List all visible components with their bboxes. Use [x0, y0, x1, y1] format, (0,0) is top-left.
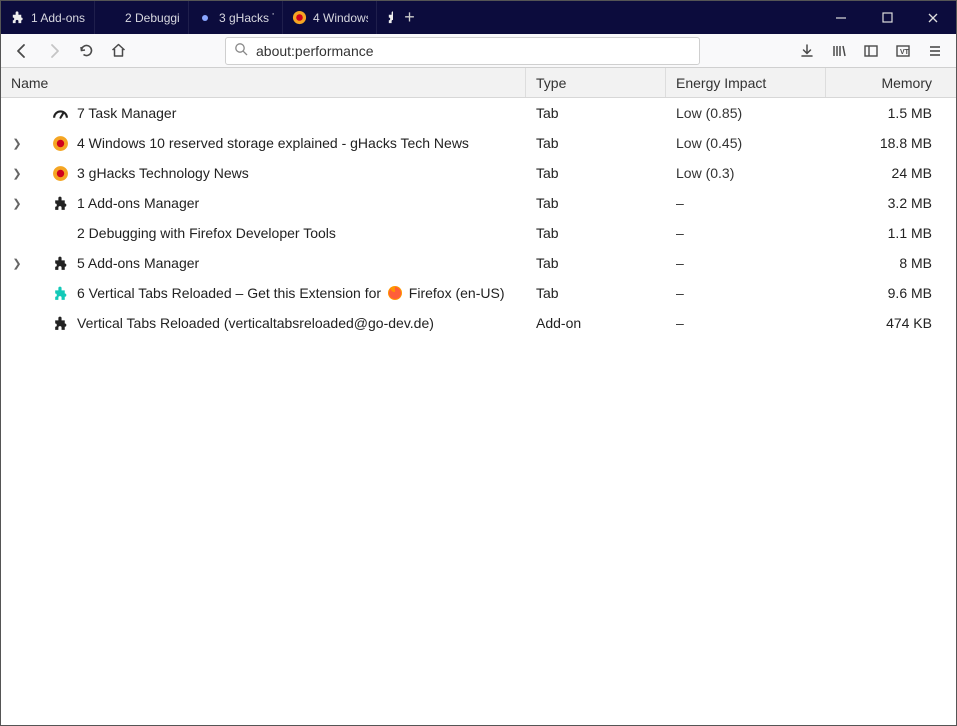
task-row[interactable]: 6 Vertical Tabs Reloaded – Get this Exte… — [1, 278, 956, 308]
task-row[interactable]: Vertical Tabs Reloaded (verticaltabsrelo… — [1, 308, 956, 338]
browser-tab[interactable]: 1 Add-ons — [1, 1, 95, 34]
vtr-button[interactable]: VT — [888, 37, 918, 65]
nav-toolbar: VT — [1, 34, 956, 68]
task-memory: 9.6 MB — [826, 285, 956, 301]
browser-tab[interactable]: 4 Windows — [283, 1, 377, 34]
task-row[interactable]: ❯ 5 Add-ons Manager Tab–8 MB — [1, 248, 956, 278]
tab-strip: 1 Add-ons 2 Debugging w 3 gHacks T 4 Window… — [1, 1, 393, 34]
task-row[interactable]: ❯ 3 gHacks Technology News TabLow (0.3)24 … — [1, 158, 956, 188]
task-type: Add-on — [526, 315, 666, 331]
task-row[interactable]: 2 Debugging with Firefox Developer Tools… — [1, 218, 956, 248]
task-type: Tab — [526, 255, 666, 271]
header-energy[interactable]: Energy Impact — [666, 68, 826, 97]
new-tab-button[interactable]: + — [393, 1, 427, 34]
task-type: Tab — [526, 195, 666, 211]
task-name: 3 gHacks Technology News — [77, 165, 249, 181]
task-row[interactable]: 7 Task Manager TabLow (0.85)1.5 MB — [1, 98, 956, 128]
header-memory[interactable]: Memory — [826, 68, 956, 97]
task-memory: 8 MB — [826, 255, 956, 271]
task-name: 6 Vertical Tabs Reloaded – Get this Exte… — [77, 285, 505, 301]
browser-tab[interactable]: 5 Add-ons — [377, 1, 393, 34]
task-energy: Low (0.85) — [666, 105, 826, 121]
expand-twisty[interactable]: ❯ — [11, 197, 23, 210]
task-memory: 474 KB — [826, 315, 956, 331]
ghacks-icon — [51, 164, 69, 182]
window-controls — [818, 1, 956, 34]
downloads-button[interactable] — [792, 37, 822, 65]
puzzle-icon — [51, 254, 69, 272]
firefox-icon — [387, 285, 403, 301]
task-row[interactable]: ❯ 4 Windows 10 reserved storage explained… — [1, 128, 956, 158]
task-memory: 24 MB — [826, 165, 956, 181]
header-type[interactable]: Type — [526, 68, 666, 97]
none-icon — [51, 224, 69, 242]
header-name[interactable]: Name — [1, 68, 526, 97]
task-energy: – — [666, 315, 826, 331]
tab-label: 4 Windows — [313, 11, 368, 25]
task-name: 4 Windows 10 reserved storage explained … — [77, 135, 469, 151]
svg-text:VT: VT — [900, 49, 910, 56]
task-energy: – — [666, 255, 826, 271]
app-menu-button[interactable] — [920, 37, 950, 65]
task-type: Tab — [526, 105, 666, 121]
sidebar-button[interactable] — [856, 37, 886, 65]
gauge-icon — [51, 104, 69, 122]
puzzle-icon — [9, 10, 25, 26]
task-name: 7 Task Manager — [77, 105, 176, 121]
puzzle-icon — [51, 194, 69, 212]
task-memory: 18.8 MB — [826, 135, 956, 151]
tab-label: 3 gHacks T — [219, 11, 274, 25]
task-memory: 3.2 MB — [826, 195, 956, 211]
task-type: Tab — [526, 285, 666, 301]
expand-twisty[interactable]: ❯ — [11, 137, 23, 150]
task-energy: – — [666, 225, 826, 241]
puzzle-icon — [51, 314, 69, 332]
library-button[interactable] — [824, 37, 854, 65]
none-icon — [103, 10, 119, 26]
tab-label: 1 Add-ons — [31, 11, 86, 25]
minimize-button[interactable] — [818, 1, 864, 34]
task-row[interactable]: ❯ 1 Add-ons Manager Tab–3.2 MB — [1, 188, 956, 218]
teal-puzzle-icon — [51, 284, 69, 302]
dot-icon — [197, 10, 213, 26]
ghacks-icon — [51, 134, 69, 152]
reload-button[interactable] — [71, 37, 101, 65]
maximize-button[interactable] — [864, 1, 910, 34]
task-type: Tab — [526, 135, 666, 151]
titlebar: 1 Add-ons 2 Debugging w 3 gHacks T 4 Window… — [1, 1, 956, 34]
task-name: Vertical Tabs Reloaded (verticaltabsrelo… — [77, 315, 434, 331]
task-type: Tab — [526, 165, 666, 181]
home-button[interactable] — [103, 37, 133, 65]
browser-tab[interactable]: 2 Debugging w — [95, 1, 189, 34]
task-name: 5 Add-ons Manager — [77, 255, 199, 271]
expand-twisty[interactable]: ❯ — [11, 257, 23, 270]
forward-button[interactable] — [39, 37, 69, 65]
task-memory: 1.5 MB — [826, 105, 956, 121]
expand-twisty[interactable]: ❯ — [11, 167, 23, 180]
task-energy: – — [666, 195, 826, 211]
tab-label: 2 Debugging w — [125, 11, 180, 25]
browser-tab[interactable]: 3 gHacks T — [189, 1, 283, 34]
task-memory: 1.1 MB — [826, 225, 956, 241]
task-list: 7 Task ManagerTabLow (0.85)1.5 MB❯4 Wind… — [1, 98, 956, 338]
task-energy: Low (0.3) — [666, 165, 826, 181]
task-name: 1 Add-ons Manager — [77, 195, 199, 211]
task-energy: – — [666, 285, 826, 301]
url-bar[interactable] — [225, 37, 700, 65]
column-headers: Name Type Energy Impact Memory — [1, 68, 956, 98]
puzzle-icon — [385, 10, 393, 26]
close-window-button[interactable] — [910, 1, 956, 34]
url-input[interactable] — [256, 43, 691, 59]
task-energy: Low (0.45) — [666, 135, 826, 151]
task-name: 2 Debugging with Firefox Developer Tools — [77, 225, 336, 241]
search-icon — [234, 42, 248, 59]
task-type: Tab — [526, 225, 666, 241]
back-button[interactable] — [7, 37, 37, 65]
ghacks-icon — [291, 10, 307, 26]
